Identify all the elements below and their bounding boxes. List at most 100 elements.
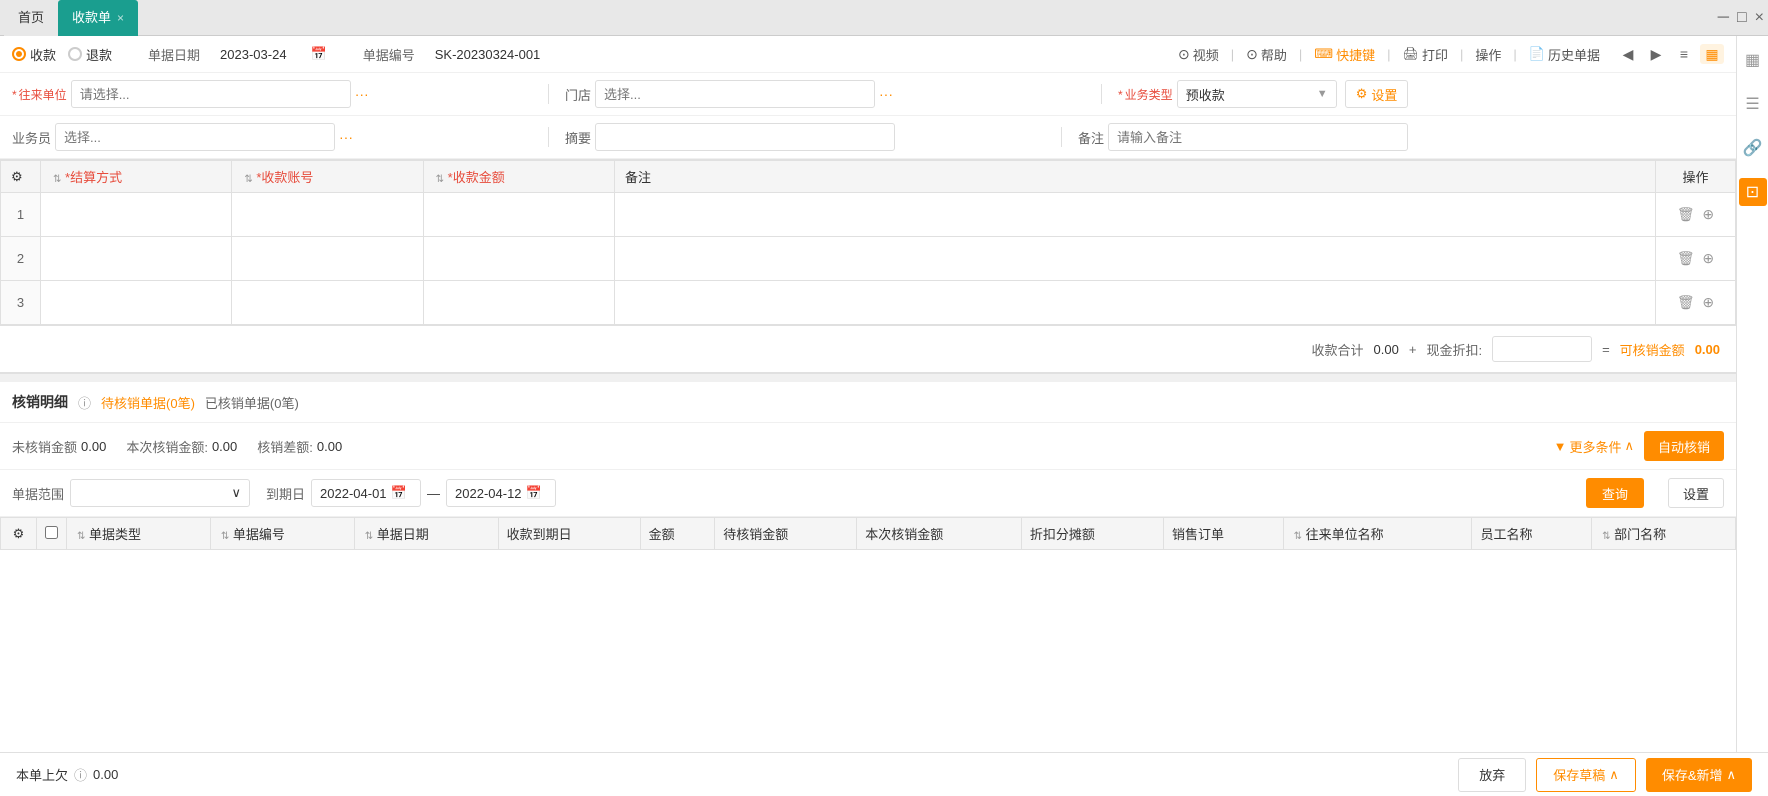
store-input[interactable]: [595, 80, 875, 108]
th-gear[interactable]: ⚙: [1, 161, 41, 193]
save-draft-label: 保存草稿: [1553, 765, 1605, 784]
next-icon[interactable]: ▶: [1644, 44, 1668, 64]
row3-copy-icon[interactable]: ⊕: [1702, 294, 1714, 310]
receipt-table: ⚙ ⇅ *结算方式 ⇅ *收款账号 ⇅ *收款金额 备注: [0, 160, 1736, 325]
total-value: 0.00: [1374, 342, 1399, 357]
calendar-end-icon: 📅: [526, 485, 542, 501]
row2-account[interactable]: [232, 237, 423, 281]
th-operation: 操作: [1656, 161, 1736, 193]
row3-account[interactable]: [232, 281, 423, 325]
tab-receipt[interactable]: 收款单 ×: [58, 0, 138, 36]
row2-delete-icon[interactable]: 🗑: [1677, 250, 1695, 266]
sidebar-scan-icon[interactable]: ⊡: [1739, 178, 1767, 206]
row3-settle[interactable]: [41, 281, 232, 325]
help-icon: ⊙: [1246, 46, 1258, 63]
range-select[interactable]: ∨: [70, 479, 250, 507]
discount-label: 现金折扣:: [1426, 340, 1482, 359]
save-new-button[interactable]: 保存&新增 ∧: [1646, 758, 1752, 792]
biz-type-chevron: ▼: [1317, 88, 1328, 100]
save-draft-button[interactable]: 保存草稿 ∧: [1536, 758, 1636, 792]
auto-writeoff-button[interactable]: 自动核销: [1644, 431, 1724, 461]
lt-th-partner-label: 往来单位名称: [1306, 527, 1384, 542]
pending-tag[interactable]: 待核销单据(0笔): [101, 393, 195, 412]
salesperson-group: 业务员 ···: [12, 123, 532, 151]
note-input[interactable]: [1108, 123, 1408, 151]
settings-button[interactable]: ⚙ 设置: [1345, 80, 1409, 108]
divider4: |: [1460, 47, 1463, 62]
more-chevron-icon: ∧: [1624, 438, 1634, 454]
row2-op: 🗑 ⊕: [1656, 237, 1736, 281]
grid-icon[interactable]: ▦: [1700, 44, 1724, 64]
window-max-icon[interactable]: □: [1737, 9, 1747, 27]
history-link[interactable]: 📄 历史单据: [1529, 45, 1600, 64]
sidebar-table-icon[interactable]: ▦: [1739, 46, 1767, 74]
lt-th-amount: 金额: [640, 518, 715, 550]
window-close-icon[interactable]: ×: [1755, 9, 1764, 27]
th-operation-label: 操作: [1682, 170, 1708, 185]
row2-amount[interactable]: [423, 237, 614, 281]
lower-settings-button[interactable]: 设置: [1668, 478, 1724, 508]
sidebar-clip-icon[interactable]: 🔗: [1739, 134, 1767, 162]
lt-th-current-label: 本次核销金额: [865, 527, 943, 542]
date-start[interactable]: 2022-04-01 📅: [311, 479, 421, 507]
print-label: 打印: [1422, 45, 1448, 64]
help-link[interactable]: ⊙ 帮助: [1246, 45, 1287, 64]
divider5: |: [1513, 47, 1516, 62]
writeoff-info-icon[interactable]: ⓘ: [78, 393, 91, 412]
row1-note[interactable]: [615, 193, 1656, 237]
row3-note[interactable]: [615, 281, 1656, 325]
salesperson-input[interactable]: [55, 123, 335, 151]
shortcut-link[interactable]: ⌨ 快捷键: [1314, 45, 1375, 64]
th-amount-label: *收款金额: [448, 170, 505, 185]
row1-delete-icon[interactable]: 🗑: [1677, 206, 1695, 222]
date-value: 2023-03-24: [220, 47, 287, 62]
filter-icon: ▼: [1554, 439, 1567, 454]
tab-close-icon[interactable]: ×: [117, 0, 124, 36]
row1-amount[interactable]: [423, 193, 614, 237]
radio-receipt[interactable]: 收款: [12, 45, 56, 64]
tab-home[interactable]: 首页: [4, 0, 58, 36]
done-tag[interactable]: 已核销单据(0笔): [205, 393, 299, 412]
row2-settle[interactable]: [41, 237, 232, 281]
calendar-icon[interactable]: 📅: [311, 46, 327, 62]
video-link[interactable]: ⊙ 视频: [1178, 45, 1219, 64]
list-icon[interactable]: ≡: [1672, 44, 1696, 64]
window-min-icon[interactable]: ─: [1718, 9, 1729, 27]
row3-amount[interactable]: [423, 281, 614, 325]
discount-input[interactable]: [1492, 336, 1592, 362]
more-conditions-btn[interactable]: ▼ 更多条件 ∧: [1554, 437, 1634, 456]
salesperson-more-btn[interactable]: ···: [339, 129, 353, 145]
lt-dept-sort: ⇅: [1602, 531, 1610, 542]
row2-copy-icon[interactable]: ⊕: [1702, 250, 1714, 266]
prev-icon[interactable]: ◀: [1616, 44, 1640, 64]
sidebar-doc-icon[interactable]: ☰: [1739, 90, 1767, 118]
row3-delete-icon[interactable]: 🗑: [1677, 294, 1695, 310]
sep3: [548, 127, 549, 147]
row2-note[interactable]: [615, 237, 1656, 281]
row1-settle[interactable]: [41, 193, 232, 237]
info-icon-bottom: ⓘ: [74, 765, 87, 784]
divider1: |: [1231, 47, 1234, 62]
summary-input[interactable]: [595, 123, 895, 151]
print-link[interactable]: 🖨 打印: [1402, 45, 1448, 64]
store-more-btn[interactable]: ···: [879, 86, 893, 102]
biz-type-select[interactable]: 预收款 ▼: [1177, 80, 1337, 108]
biz-type-value: 预收款: [1186, 85, 1225, 104]
row1-copy-icon[interactable]: ⊕: [1702, 206, 1714, 222]
query-button[interactable]: 查询: [1586, 478, 1644, 508]
billno-label: 单据编号: [363, 45, 415, 64]
date-end[interactable]: 2022-04-12 📅: [446, 479, 556, 507]
discard-button[interactable]: 放弃: [1458, 758, 1526, 792]
lt-th-gear[interactable]: ⚙: [1, 518, 37, 550]
writeoff-stats-right: ▼ 更多条件 ∧ 自动核销: [1554, 431, 1724, 461]
row1-num: 1: [1, 193, 41, 237]
counterpart-more-btn[interactable]: ···: [355, 86, 369, 102]
sep1: [548, 84, 549, 104]
counterpart-input[interactable]: [71, 80, 351, 108]
filter-row: 单据范围 ∨ 到期日 2022-04-01 📅 — 2022-04-12 📅 查: [0, 470, 1736, 517]
operations-link[interactable]: 操作: [1475, 45, 1501, 64]
select-all-checkbox[interactable]: [45, 526, 58, 539]
row1-op: 🗑 ⊕: [1656, 193, 1736, 237]
row1-account[interactable]: [232, 193, 423, 237]
radio-refund[interactable]: 退款: [68, 45, 112, 64]
